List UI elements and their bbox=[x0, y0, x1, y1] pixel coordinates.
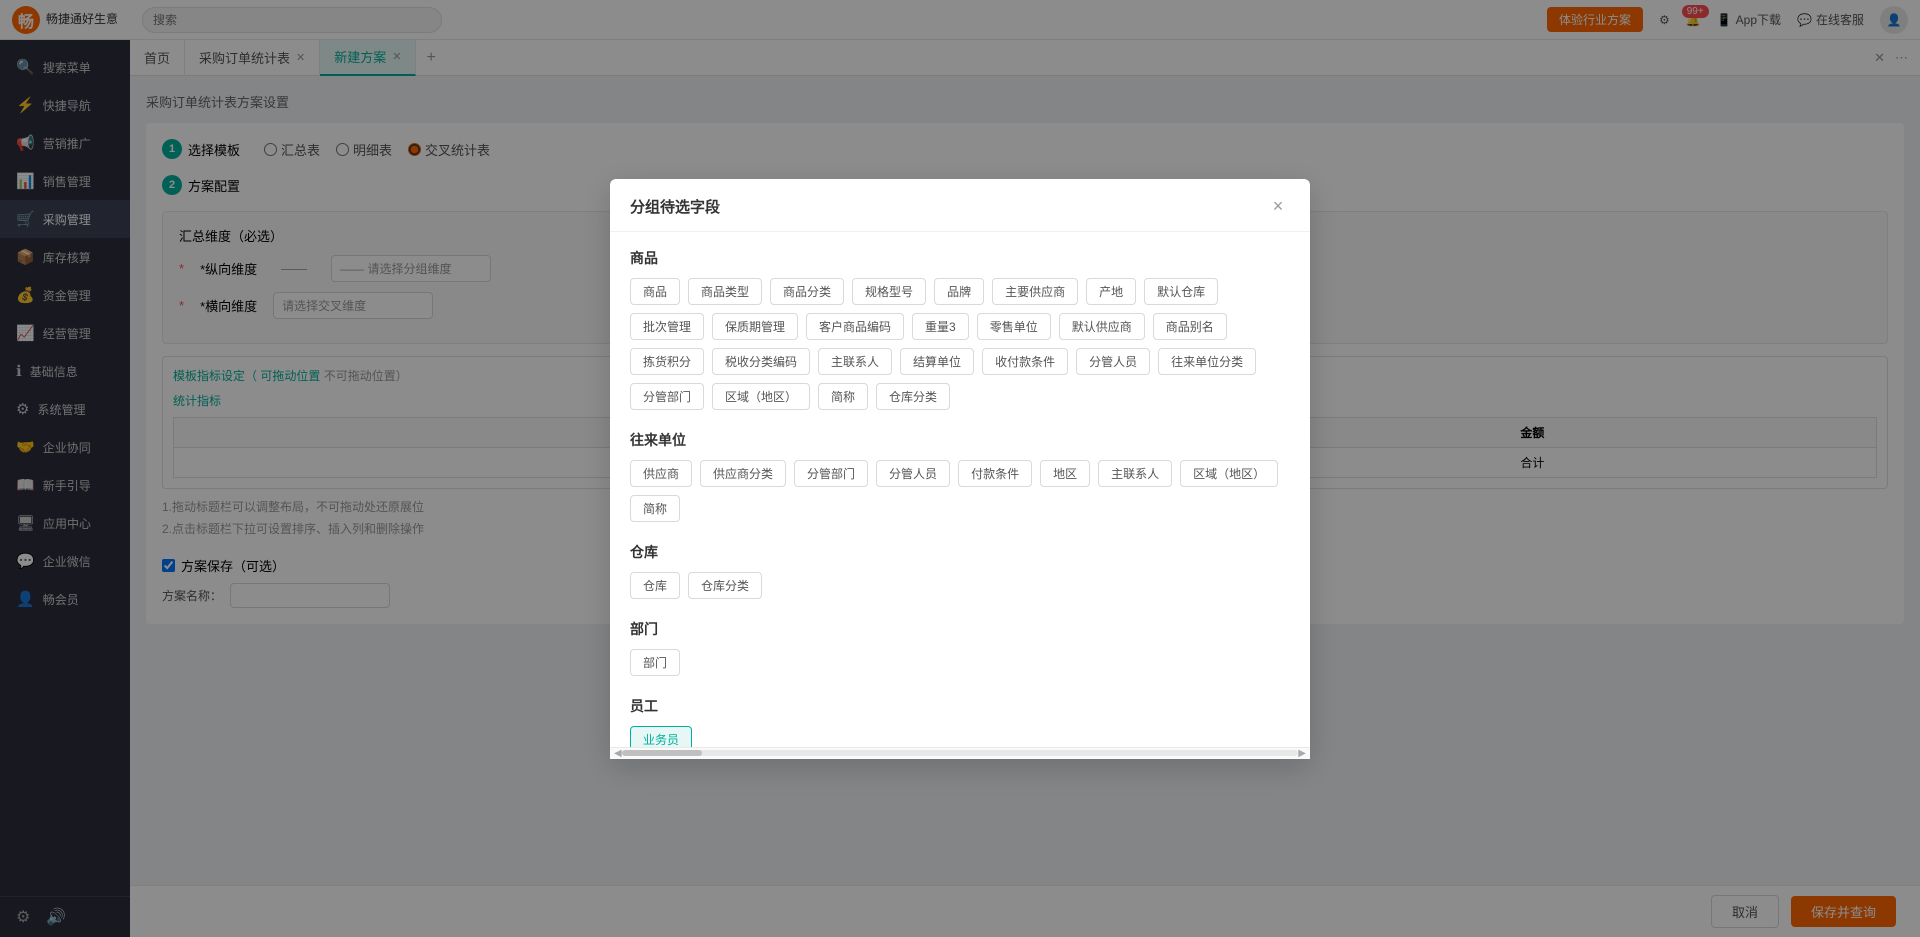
field-tag[interactable]: 简称 bbox=[818, 383, 868, 410]
modal-header: 分组待选字段 × bbox=[610, 179, 1310, 232]
field-tag-bizstaff[interactable]: 业务员 bbox=[630, 726, 692, 747]
modal-section-partner: 往来单位 供应商 供应商分类 分管部门 分管人员 付款条件 地区 主联系人 区域… bbox=[630, 430, 1290, 522]
field-tag[interactable]: 地区 bbox=[1040, 460, 1090, 487]
hscroll-left-arrow[interactable]: ◀ bbox=[614, 748, 622, 759]
hscroll-thumb[interactable] bbox=[622, 750, 702, 756]
modal-section-dept: 部门 部门 bbox=[630, 619, 1290, 676]
warehouse-section-title: 仓库 bbox=[630, 542, 1290, 562]
field-tag[interactable]: 拣货积分 bbox=[630, 348, 704, 375]
field-tag[interactable]: 分管人员 bbox=[1076, 348, 1150, 375]
field-tag[interactable]: 商品类型 bbox=[688, 278, 762, 305]
field-tag[interactable]: 产地 bbox=[1086, 278, 1136, 305]
field-tag[interactable]: 分管人员 bbox=[876, 460, 950, 487]
field-tag[interactable]: 往来单位分类 bbox=[1158, 348, 1256, 375]
modal-title: 分组待选字段 bbox=[630, 196, 720, 217]
modal-close-btn[interactable]: × bbox=[1266, 195, 1290, 219]
goods-section-title: 商品 bbox=[630, 248, 1290, 268]
field-tag[interactable]: 商品别名 bbox=[1153, 313, 1227, 340]
modal-overlay: 分组待选字段 × 商品 商品 商品类型 商品分类 规格型号 品牌 主要供应商 产… bbox=[0, 0, 1920, 937]
modal-section-goods: 商品 商品 商品类型 商品分类 规格型号 品牌 主要供应商 产地 默认仓库 批次… bbox=[630, 248, 1290, 410]
field-tag[interactable]: 区域（地区） bbox=[1180, 460, 1278, 487]
field-tag[interactable]: 批次管理 bbox=[630, 313, 704, 340]
field-tag[interactable]: 重量3 bbox=[912, 313, 969, 340]
modal-section-employee: 员工 业务员 bbox=[630, 696, 1290, 747]
field-tag[interactable]: 部门 bbox=[630, 649, 680, 676]
dept-section-title: 部门 bbox=[630, 619, 1290, 639]
modal-section-warehouse: 仓库 仓库 仓库分类 bbox=[630, 542, 1290, 599]
field-tag[interactable]: 简称 bbox=[630, 495, 680, 522]
field-tag[interactable]: 客户商品编码 bbox=[806, 313, 904, 340]
field-tag[interactable]: 分管部门 bbox=[630, 383, 704, 410]
field-tag[interactable]: 默认仓库 bbox=[1144, 278, 1218, 305]
field-tag[interactable]: 结算单位 bbox=[900, 348, 974, 375]
modal: 分组待选字段 × 商品 商品 商品类型 商品分类 规格型号 品牌 主要供应商 产… bbox=[610, 179, 1310, 759]
field-tag[interactable]: 品牌 bbox=[934, 278, 984, 305]
field-tag[interactable]: 收付款条件 bbox=[982, 348, 1068, 375]
field-tag[interactable]: 分管部门 bbox=[794, 460, 868, 487]
field-tag[interactable]: 默认供应商 bbox=[1059, 313, 1145, 340]
field-tag[interactable]: 商品分类 bbox=[770, 278, 844, 305]
field-tag[interactable]: 主要供应商 bbox=[992, 278, 1078, 305]
field-tag[interactable]: 仓库 bbox=[630, 572, 680, 599]
employee-field-grid: 业务员 bbox=[630, 726, 1290, 747]
field-tag[interactable]: 区域（地区） bbox=[712, 383, 810, 410]
field-tag[interactable]: 供应商 bbox=[630, 460, 692, 487]
field-tag[interactable]: 主联系人 bbox=[818, 348, 892, 375]
dept-field-grid: 部门 bbox=[630, 649, 1290, 676]
field-tag[interactable]: 仓库分类 bbox=[876, 383, 950, 410]
field-tag[interactable]: 税收分类编码 bbox=[712, 348, 810, 375]
modal-hscrollbar[interactable]: ◀ ▶ bbox=[610, 747, 1310, 759]
hscroll-track[interactable] bbox=[622, 750, 1299, 756]
field-tag[interactable]: 商品 bbox=[630, 278, 680, 305]
field-tag[interactable]: 规格型号 bbox=[852, 278, 926, 305]
field-tag[interactable]: 付款条件 bbox=[958, 460, 1032, 487]
warehouse-field-grid: 仓库 仓库分类 bbox=[630, 572, 1290, 599]
goods-field-grid: 商品 商品类型 商品分类 规格型号 品牌 主要供应商 产地 默认仓库 批次管理 … bbox=[630, 278, 1290, 410]
field-tag[interactable]: 保质期管理 bbox=[712, 313, 798, 340]
partner-field-grid: 供应商 供应商分类 分管部门 分管人员 付款条件 地区 主联系人 区域（地区） … bbox=[630, 460, 1290, 522]
partner-section-title: 往来单位 bbox=[630, 430, 1290, 450]
hscroll-right-arrow[interactable]: ▶ bbox=[1298, 748, 1306, 759]
field-tag[interactable]: 仓库分类 bbox=[688, 572, 762, 599]
field-tag[interactable]: 零售单位 bbox=[977, 313, 1051, 340]
field-tag[interactable]: 主联系人 bbox=[1098, 460, 1172, 487]
modal-body[interactable]: 商品 商品 商品类型 商品分类 规格型号 品牌 主要供应商 产地 默认仓库 批次… bbox=[610, 232, 1310, 747]
field-tag[interactable]: 供应商分类 bbox=[700, 460, 786, 487]
employee-section-title: 员工 bbox=[630, 696, 1290, 716]
